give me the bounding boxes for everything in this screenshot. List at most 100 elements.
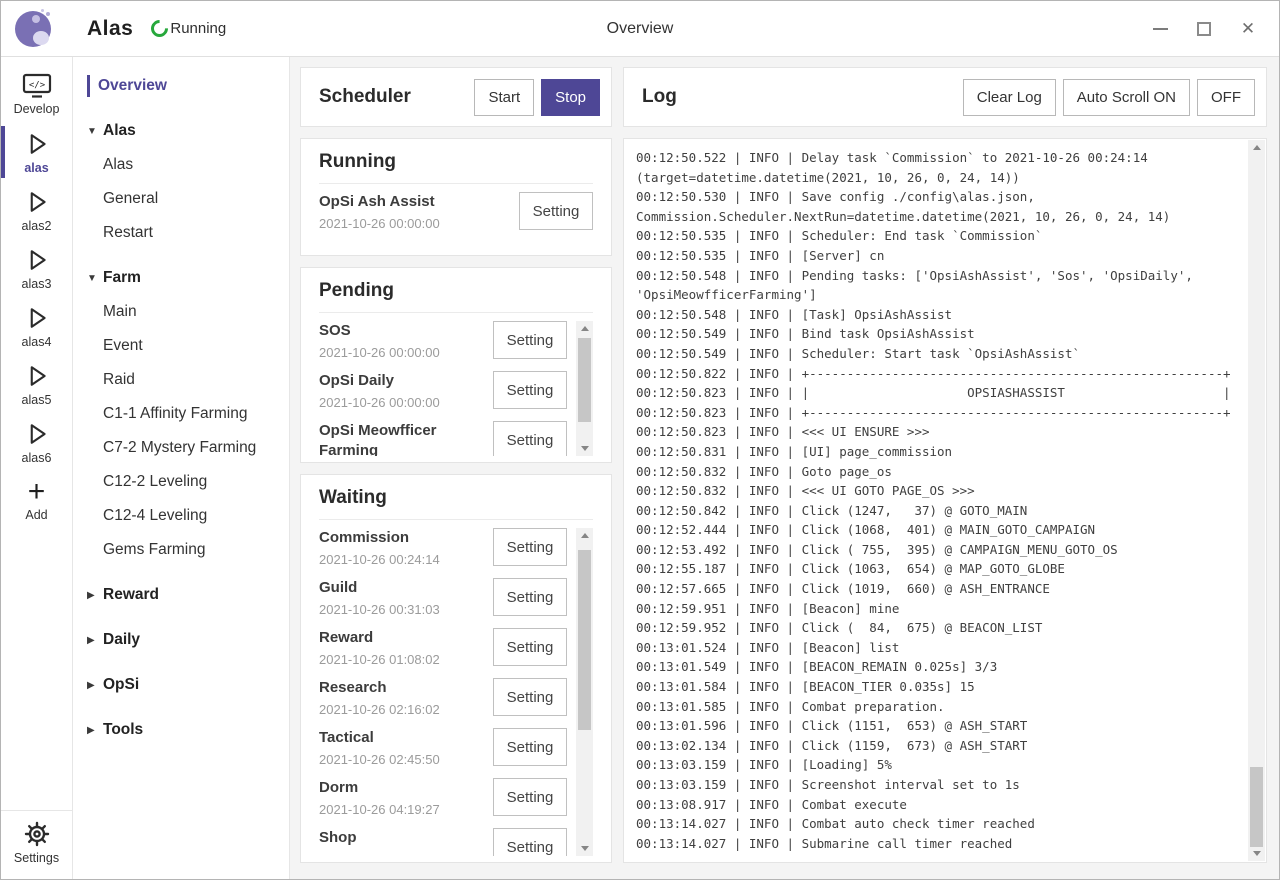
scrollbar-thumb[interactable] bbox=[1250, 767, 1263, 846]
nav-item-label: Reward bbox=[103, 586, 159, 604]
task-row: Research 2021-10-26 02:16:02 Setting bbox=[319, 678, 567, 722]
nav-item-label: Main bbox=[103, 303, 137, 321]
task-info: Shop bbox=[319, 828, 357, 851]
nav-item-label: Event bbox=[103, 337, 143, 355]
gear-icon bbox=[23, 820, 51, 848]
task-time: 2021-10-26 00:24:14 bbox=[319, 551, 440, 568]
log-scrollbar[interactable] bbox=[1248, 140, 1265, 861]
sidebar-instance[interactable]: alas2 bbox=[1, 181, 72, 239]
app-logo-icon bbox=[13, 9, 53, 49]
autoscroll-on-button[interactable]: Auto Scroll ON bbox=[1063, 79, 1190, 116]
task-setting-button[interactable]: Setting bbox=[493, 678, 567, 716]
nav-item-label: Restart bbox=[103, 224, 153, 242]
nav-item[interactable]: Event bbox=[73, 329, 289, 363]
nav-item[interactable]: ▶ Tools bbox=[73, 713, 289, 747]
log-line: 00:12:50.823 | INFO | <<< UI ENSURE >>> bbox=[636, 422, 1234, 442]
log-line: 00:13:01.524 | INFO | [Beacon] list bbox=[636, 638, 1234, 658]
close-button[interactable]: ✕ bbox=[1233, 14, 1263, 44]
nav-item[interactable]: Gems Farming bbox=[73, 533, 289, 567]
nav-item[interactable]: ▼ Farm bbox=[73, 261, 289, 295]
task-setting-button[interactable]: Setting bbox=[493, 421, 567, 456]
running-list: OpSi Ash Assist 2021-10-26 00:00:00 Sett… bbox=[319, 192, 593, 242]
nav-item[interactable]: ▶ Daily bbox=[73, 623, 289, 657]
svg-text:</>: </> bbox=[28, 80, 45, 90]
scroll-down-icon[interactable] bbox=[576, 441, 593, 456]
log-line: 00:12:50.530 | INFO | Save config ./conf… bbox=[636, 187, 1234, 226]
maximize-button[interactable] bbox=[1189, 14, 1219, 44]
nav-item-label: OpSi bbox=[103, 676, 139, 694]
nav-item[interactable]: Main bbox=[73, 295, 289, 329]
task-setting-button[interactable]: Setting bbox=[493, 778, 567, 816]
scroll-down-icon[interactable] bbox=[576, 841, 593, 856]
sidebar-instance[interactable]: alas6 bbox=[1, 413, 72, 471]
task-name: OpSi Meowfficer Farming bbox=[319, 421, 487, 456]
task-row: OpSi Daily 2021-10-26 00:00:00 Setting bbox=[319, 371, 567, 415]
scroll-down-icon[interactable] bbox=[1248, 846, 1265, 861]
sidebar-instance[interactable]: alas4 bbox=[1, 297, 72, 355]
nav-item[interactable]: ▼ Alas bbox=[73, 114, 289, 148]
minimize-icon bbox=[1153, 28, 1168, 30]
sidebar-item-develop[interactable]: </> Develop bbox=[1, 65, 72, 123]
task-info: Commission 2021-10-26 00:24:14 bbox=[319, 528, 440, 568]
task-name: Guild bbox=[319, 578, 440, 598]
nav-item[interactable]: C7-2 Mystery Farming bbox=[73, 431, 289, 465]
scroll-up-icon[interactable] bbox=[576, 321, 593, 336]
log-line: 00:12:50.823 | INFO | +-----------------… bbox=[636, 403, 1234, 423]
rail-bottom: Settings bbox=[1, 804, 72, 879]
task-row: Shop Setting bbox=[319, 828, 567, 856]
nav-item[interactable]: C1-1 Affinity Farming bbox=[73, 397, 289, 431]
sidebar-instance[interactable]: alas3 bbox=[1, 239, 72, 297]
sidebar-item-settings[interactable]: Settings bbox=[1, 813, 72, 871]
app-window: Alas Running Overview ✕ </> Develop bbox=[0, 0, 1280, 880]
nav-item-label: General bbox=[103, 190, 158, 208]
pending-panel: Pending SOS 2021-10-26 00:00:00 Set bbox=[300, 267, 612, 463]
task-setting-button[interactable]: Setting bbox=[519, 192, 593, 230]
waiting-scrollbar[interactable] bbox=[576, 528, 593, 856]
start-button[interactable]: Start bbox=[474, 79, 534, 116]
sidebar-instance[interactable]: alas bbox=[1, 123, 72, 181]
instance-rail: </> Develop alas bbox=[1, 57, 73, 879]
task-setting-button[interactable]: Setting bbox=[493, 728, 567, 766]
sidebar-instance[interactable]: alas5 bbox=[1, 355, 72, 413]
task-setting-button[interactable]: Setting bbox=[493, 321, 567, 359]
log-line: 00:12:50.535 | INFO | Scheduler: End tas… bbox=[636, 226, 1234, 246]
clear-log-button[interactable]: Clear Log bbox=[963, 79, 1056, 116]
nav-item[interactable]: Alas bbox=[73, 148, 289, 182]
nav-item[interactable]: Raid bbox=[73, 363, 289, 397]
log-content: 00:12:50.522 | INFO | Delay task `Commis… bbox=[624, 139, 1266, 861]
task-time: 2021-10-26 02:45:50 bbox=[319, 751, 440, 768]
nav-item[interactable]: Restart bbox=[73, 216, 289, 250]
nav-item[interactable]: C12-4 Leveling bbox=[73, 499, 289, 533]
task-setting-button[interactable]: Setting bbox=[493, 628, 567, 666]
task-setting-button[interactable]: Setting bbox=[493, 371, 567, 409]
stop-button[interactable]: Stop bbox=[541, 79, 600, 116]
task-setting-button[interactable]: Setting bbox=[493, 578, 567, 616]
scrollbar-thumb[interactable] bbox=[578, 550, 591, 730]
log-title: Log bbox=[642, 86, 677, 108]
nav-item[interactable]: Overview bbox=[73, 69, 289, 103]
add-instance-button[interactable]: + Add bbox=[1, 471, 72, 529]
instance-label: alas3 bbox=[22, 277, 52, 291]
nav-item[interactable]: C12-2 Leveling bbox=[73, 465, 289, 499]
task-time: 2021-10-26 04:19:27 bbox=[319, 801, 440, 818]
nav-item[interactable]: ▶ OpSi bbox=[73, 668, 289, 702]
scroll-up-icon[interactable] bbox=[576, 528, 593, 543]
task-time: 2021-10-26 00:00:00 bbox=[319, 215, 440, 232]
pending-title: Pending bbox=[319, 280, 593, 313]
autoscroll-off-button[interactable]: OFF bbox=[1197, 79, 1255, 116]
nav-item[interactable]: ▶ Reward bbox=[73, 578, 289, 612]
task-setting-button[interactable]: Setting bbox=[493, 828, 567, 856]
task-setting-button[interactable]: Setting bbox=[493, 528, 567, 566]
log-header-panel: Log Clear Log Auto Scroll ON OFF bbox=[623, 67, 1267, 127]
log-line: 00:13:14.027 | INFO | Submarine call tim… bbox=[636, 834, 1234, 854]
minimize-button[interactable] bbox=[1145, 14, 1175, 44]
scheduler-status: Running bbox=[170, 20, 226, 37]
nav-item[interactable]: General bbox=[73, 182, 289, 216]
task-info: SOS 2021-10-26 00:00:00 bbox=[319, 321, 440, 361]
nav-item-label: C1-1 Affinity Farming bbox=[103, 405, 247, 423]
pending-scrollbar[interactable] bbox=[576, 321, 593, 456]
scroll-up-icon[interactable] bbox=[1248, 140, 1265, 155]
scheduler-title: Scheduler bbox=[319, 86, 411, 108]
scrollbar-thumb[interactable] bbox=[578, 338, 591, 422]
caret-icon: ▶ bbox=[87, 635, 103, 646]
